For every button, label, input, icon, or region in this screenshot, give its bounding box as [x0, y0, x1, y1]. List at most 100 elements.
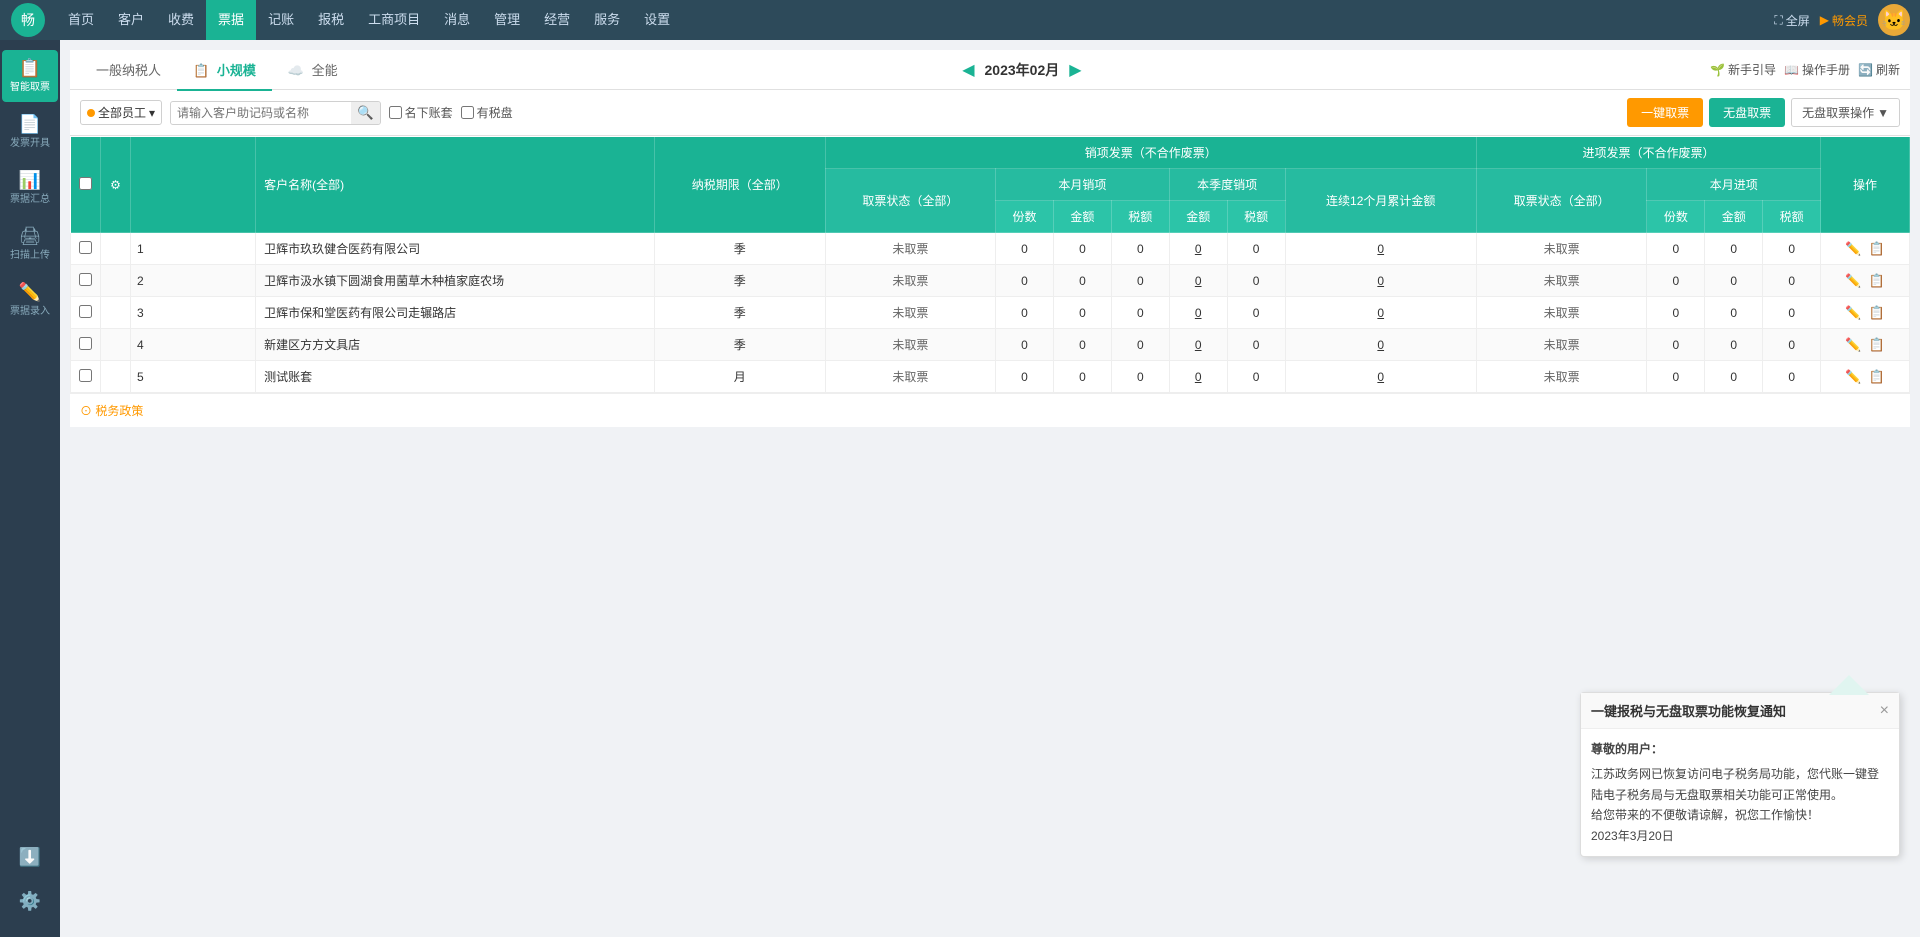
vip-icon: ▶ [1820, 13, 1829, 27]
employee-filter-label: 全部员工 [98, 104, 146, 121]
tab-small[interactable]: 📋 小规模 [177, 50, 272, 91]
no-disk-operations-button[interactable]: 无盘取票操作 ▼ [1791, 98, 1900, 127]
sidebar-item-scan-upload[interactable]: 🖨 扫描上传 [2, 218, 58, 270]
nav-service[interactable]: 服务 [582, 0, 632, 40]
row-s-amount: 0 [1053, 329, 1111, 361]
row-sq-tax: 0 [1227, 265, 1285, 297]
edit-icon[interactable]: ✏️ [1845, 241, 1861, 256]
refresh-label: 刷新 [1876, 61, 1900, 78]
nav-fee[interactable]: 收费 [156, 0, 206, 40]
sidebar-item-smart-fetch[interactable]: 📋 智能取票 [2, 50, 58, 102]
period-next-btn[interactable]: ▶ [1069, 60, 1081, 80]
fullscreen-label: 全屏 [1786, 12, 1810, 29]
nav-operation[interactable]: 经营 [532, 0, 582, 40]
row-checkbox[interactable] [71, 265, 101, 297]
row-s-count: 0 [996, 297, 1054, 329]
tab-general[interactable]: 一般纳税人 [80, 50, 177, 91]
sidebar-item-invoice-open[interactable]: 📄 发票开具 [2, 106, 58, 158]
view-icon[interactable]: 📋 [1869, 241, 1885, 256]
row-select-2[interactable] [79, 305, 92, 318]
nav-manage[interactable]: 管理 [482, 0, 532, 40]
nav-settings[interactable]: 设置 [632, 0, 682, 40]
row-select-1[interactable] [79, 273, 92, 286]
nav-invoice[interactable]: 票据 [206, 0, 256, 40]
sidebar-item-invoice-open-label: 发票开具 [10, 138, 50, 150]
period-prev-btn[interactable]: ◀ [962, 60, 974, 80]
fullscreen-btn[interactable]: ⛶ 全屏 [1774, 12, 1809, 29]
nav-message[interactable]: 消息 [432, 0, 482, 40]
row-p-count: 0 [1647, 361, 1705, 393]
edit-icon[interactable]: ✏️ [1845, 305, 1861, 320]
row-sq-tax: 0 [1227, 361, 1285, 393]
dropdown-arrow-icon: ▼ [1877, 106, 1889, 120]
row-select-4[interactable] [79, 369, 92, 382]
nav-client[interactable]: 客户 [106, 0, 156, 40]
row-select-3[interactable] [79, 337, 92, 350]
row-sq-tax: 0 [1227, 233, 1285, 265]
view-icon[interactable]: 📋 [1869, 337, 1885, 352]
nav-business[interactable]: 工商项目 [356, 0, 432, 40]
edit-icon[interactable]: ✏️ [1845, 369, 1861, 384]
row-checkbox[interactable] [71, 233, 101, 265]
view-icon[interactable]: 📋 [1869, 273, 1885, 288]
refresh-link[interactable]: 🔄 刷新 [1858, 61, 1900, 78]
refresh-icon: 🔄 [1858, 63, 1873, 77]
no-disk-fetch-button[interactable]: 无盘取票 [1709, 98, 1785, 127]
vip-label: 畅会员 [1832, 12, 1868, 29]
view-icon[interactable]: 📋 [1869, 305, 1885, 320]
one-click-fetch-button[interactable]: 一键取票 [1627, 98, 1703, 127]
sidebar-item-config[interactable]: ⚙️ [2, 883, 58, 923]
row-checkbox[interactable] [71, 297, 101, 329]
row-sq-tax: 0 [1227, 297, 1285, 329]
nav-bookkeeping[interactable]: 记账 [256, 0, 306, 40]
row-s-tax: 0 [1111, 329, 1169, 361]
filter-dot [87, 109, 95, 117]
tab-all[interactable]: ☁️ 全能 [272, 50, 354, 91]
row-purchase-status: 未取票 [1476, 233, 1647, 265]
has-tax-checkbox[interactable] [461, 106, 474, 119]
col-sales-12months: 连续12个月累计金额 [1285, 169, 1476, 233]
nav-home[interactable]: 首页 [56, 0, 106, 40]
row-client-name: 新建区方方文具店 [256, 329, 655, 361]
row-select-0[interactable] [79, 241, 92, 254]
user-avatar[interactable]: 🐱 [1878, 4, 1910, 36]
notif-close-button[interactable]: × [1880, 702, 1889, 720]
edit-icon[interactable]: ✏️ [1845, 273, 1861, 288]
invoice-table: ⚙ 客户名称(全部) 纳税期限（全部） 销项发票（不合作废票） 进项发票（不合作… [70, 136, 1910, 393]
vip-btn[interactable]: ▶ 畅会员 [1820, 12, 1868, 29]
new-guide-link[interactable]: 🌱 新手引导 [1710, 61, 1776, 78]
employee-filter[interactable]: 全部员工 ▾ [80, 100, 162, 125]
sub-account-filter[interactable]: 名下账套 [389, 104, 453, 121]
manual-label: 操作手册 [1802, 61, 1850, 78]
col-purchase-main: 进项发票（不合作废票） [1476, 137, 1820, 169]
chevron-down-icon: ▾ [149, 106, 155, 120]
edit-icon[interactable]: ✏️ [1845, 337, 1861, 352]
tax-policy-bar[interactable]: ⊙ 税务政策 [70, 393, 1910, 427]
row-actions: ✏️ 📋 [1821, 361, 1910, 393]
row-setting [101, 297, 131, 329]
sidebar-item-data-entry[interactable]: ✏️ 票据录入 [2, 274, 58, 326]
search-input[interactable] [171, 103, 351, 123]
row-s12-amount: 0 [1285, 265, 1476, 297]
col-purchase-status: 取票状态（全部） [1476, 169, 1647, 233]
row-sales-status: 未取票 [825, 361, 996, 393]
sub-account-checkbox[interactable] [389, 106, 402, 119]
manual-link[interactable]: 📖 操作手册 [1784, 61, 1850, 78]
row-period: 季 [655, 265, 826, 297]
search-button[interactable]: 🔍 [351, 102, 380, 124]
sidebar-item-invoice-summary[interactable]: 📊 票据汇总 [2, 162, 58, 214]
row-actions: ✏️ 📋 [1821, 297, 1910, 329]
has-tax-filter[interactable]: 有税盘 [461, 104, 513, 121]
invoice-summary-icon: 📊 [19, 170, 41, 191]
sidebar-item-download[interactable]: ⬇️ [2, 839, 58, 879]
notif-title: 一键报税与无盘取票功能恢复通知 [1591, 701, 1786, 720]
row-checkbox[interactable] [71, 329, 101, 361]
new-guide-icon: 🌱 [1710, 63, 1725, 77]
nav-tax[interactable]: 报税 [306, 0, 356, 40]
col-purchase-month: 本月进项 [1647, 169, 1821, 201]
row-checkbox[interactable] [71, 361, 101, 393]
view-icon[interactable]: 📋 [1869, 369, 1885, 384]
row-client-name: 卫辉市玖玖健合医药有限公司 [256, 233, 655, 265]
select-all-checkbox[interactable] [79, 177, 92, 190]
app-logo[interactable]: 畅 [10, 2, 46, 38]
